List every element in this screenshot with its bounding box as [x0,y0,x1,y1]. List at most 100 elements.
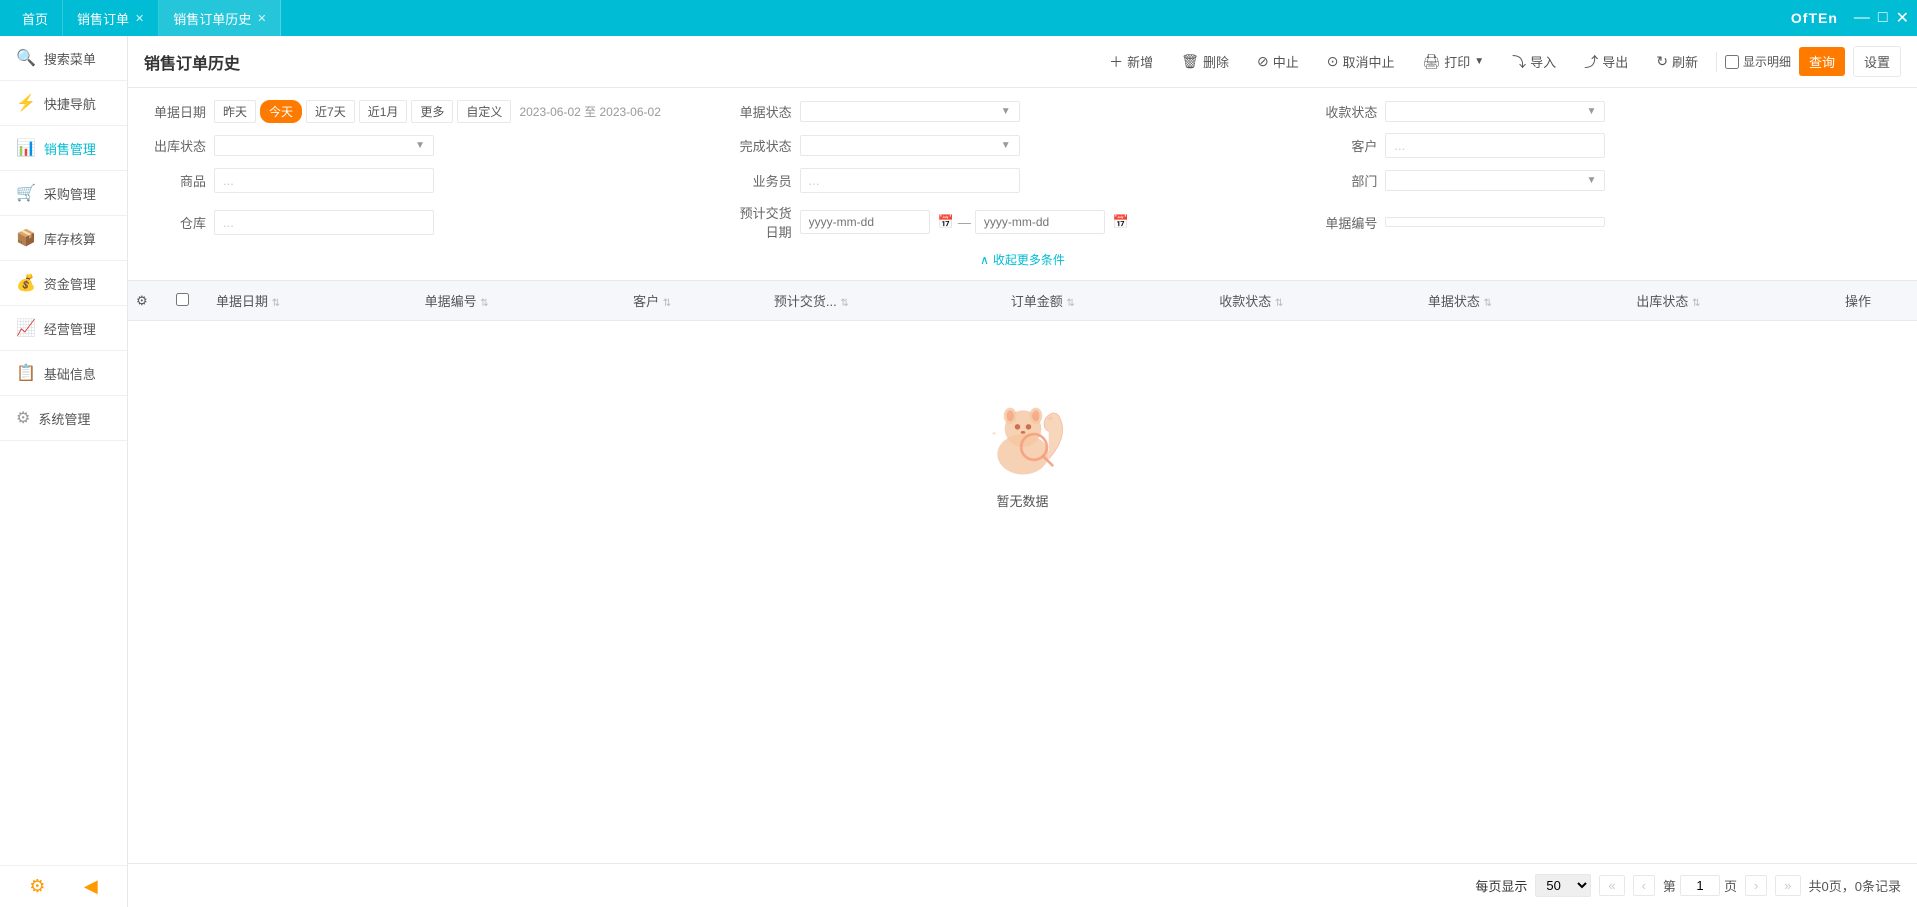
tab-sales-order-close[interactable]: ✕ [135,12,144,25]
prev-page-button[interactable]: ‹ [1633,875,1655,896]
delivery-date-start-input[interactable] [800,210,930,234]
page-size-select[interactable]: 50 10 20 100 [1535,874,1591,897]
search-menu-icon: 🔍 [16,48,36,68]
query-button[interactable]: 查询 [1799,47,1845,76]
sidebar-item-purchase-mgmt[interactable]: 🛒 采购管理 [0,171,127,216]
th-customer[interactable]: 客户 ⇅ [625,281,766,321]
export-icon: ⤴ [1584,52,1598,72]
th-date[interactable]: 单据日期 ⇅ [208,281,417,321]
date-separator: — [958,215,971,230]
sort-order-status-icon: ⇅ [1483,298,1491,309]
collapse-more[interactable]: ∧ 收起更多条件 [144,251,1901,268]
payment-status-select[interactable]: ▼ [1385,101,1605,122]
sidebar-item-system-mgmt-label: 系统管理 [38,409,90,428]
customer-input[interactable]: ... [1385,133,1605,158]
show-detail-label[interactable]: 显示明细 [1725,53,1791,70]
minimize-button[interactable]: — [1854,9,1870,27]
salesperson-input[interactable]: ... [800,168,1020,193]
tab-sales-order-history[interactable]: 销售订单历史 ✕ [159,0,281,36]
sidebar-item-operations-mgmt[interactable]: 📈 经营管理 [0,306,127,351]
purchase-mgmt-icon: 🛒 [16,183,36,203]
sidebar-item-basic-info[interactable]: 📋 基础信息 [0,351,127,396]
data-table: ⚙ 单据日期 ⇅ 单据编号 ⇅ [128,281,1917,570]
page-label-prefix: 第 [1663,876,1676,895]
sidebar-item-inventory-check-label: 库存核算 [44,229,96,248]
calendar-start-icon[interactable]: 📅 [938,214,954,230]
settings-label: 设置 [1864,52,1890,71]
sidebar-item-search-menu-label: 搜索菜单 [44,49,96,68]
stop-button[interactable]: ⊘ 中止 [1247,47,1309,76]
sidebar-item-capital-mgmt[interactable]: 💰 资金管理 [0,261,127,306]
delete-button[interactable]: 🗑 删除 [1171,47,1239,76]
system-mgmt-icon: ⚙ [16,408,30,428]
tab-sales-order-history-close[interactable]: ✕ [257,12,266,25]
settings-button[interactable]: 设置 [1853,46,1901,77]
export-button[interactable]: ⤴ 导出 [1574,47,1638,77]
order-number-input[interactable] [1385,217,1605,227]
sidebar-item-quick-nav[interactable]: ⚡ 快捷导航 [0,81,127,126]
warehouse-input[interactable]: ... [214,210,434,235]
date-label: 单据日期 [144,102,214,121]
sidebar-item-search-menu[interactable]: 🔍 搜索菜单 [0,36,127,81]
th-delivery-date[interactable]: 预计交货... ⇅ [766,281,1003,321]
completion-status-select[interactable]: ▼ [800,135,1020,156]
empty-state: ✦ ✦ 暂无数据 [128,321,1917,570]
th-number[interactable]: 单据编号 ⇅ [417,281,626,321]
last1m-btn[interactable]: 近1月 [359,100,408,123]
show-detail-checkbox[interactable] [1725,55,1739,69]
today-btn[interactable]: 今天 [260,100,302,123]
stop-label: 中止 [1273,52,1299,71]
table-container: ⚙ 单据日期 ⇅ 单据编号 ⇅ [128,281,1917,863]
page-label-suffix: 页 [1724,876,1737,895]
cancel-stop-button[interactable]: ⊙ 取消中止 [1317,47,1405,76]
table-header-row: ⚙ 单据日期 ⇅ 单据编号 ⇅ [128,281,1917,321]
select-all-checkbox[interactable] [176,293,189,306]
order-status-select[interactable]: ▼ [800,101,1020,122]
tab-home[interactable]: 首页 [8,0,63,36]
new-button[interactable]: ＋ 新增 [1099,47,1163,77]
close-window-button[interactable]: ✕ [1896,8,1909,28]
payment-status-arrow: ▼ [1586,106,1596,117]
last-page-button[interactable]: » [1775,875,1800,896]
table-settings-icon[interactable]: ⚙ [136,293,148,308]
th-payment-status[interactable]: 收款状态 ⇅ [1211,281,1420,321]
filter-row-4: 仓库 ... 预计交货日期 📅 — [144,203,1901,241]
print-button[interactable]: 🖨 打印 ▼ [1412,47,1494,76]
collapse-label: 收起更多条件 [993,251,1065,268]
th-order-status[interactable]: 单据状态 ⇅ [1420,281,1629,321]
yesterday-btn[interactable]: 昨天 [214,100,256,123]
delivery-date-end-input[interactable] [975,210,1105,234]
th-delivery-status[interactable]: 出库状态 ⇅ [1628,281,1837,321]
sidebar-settings-icon[interactable]: ⚙ [29,876,45,897]
new-label: 新增 [1127,52,1153,71]
page-number-input[interactable] [1680,875,1720,896]
sidebar-item-system-mgmt[interactable]: ⚙ 系统管理 [0,396,127,441]
sidebar-item-inventory-check[interactable]: 📦 库存核算 [0,216,127,261]
maximize-button[interactable]: □ [1878,9,1888,27]
tab-sales-order[interactable]: 销售订单 ✕ [63,0,159,36]
th-amount[interactable]: 订单金额 ⇅ [1003,281,1212,321]
next-page-button[interactable]: › [1745,875,1767,896]
goods-input[interactable]: ... [214,168,434,193]
department-select[interactable]: ▼ [1385,170,1605,191]
delivery-status-select[interactable]: ▼ [214,135,434,156]
sort-number-icon: ⇅ [480,298,488,309]
completion-status-arrow: ▼ [1001,140,1011,151]
import-button[interactable]: ⤵ 导入 [1502,47,1566,77]
page-info: 第 页 [1663,875,1737,896]
brand-label: OfTEn [1791,10,1846,26]
sidebar-collapse-icon[interactable]: ◀ [84,876,98,897]
last7-btn[interactable]: 近7天 [306,100,355,123]
first-page-button[interactable]: « [1599,875,1624,896]
import-label: 导入 [1530,52,1556,71]
salesperson-control: ... [800,168,1316,193]
calendar-end-icon[interactable]: 📅 [1113,214,1129,230]
more-btn[interactable]: 更多 [411,100,453,123]
refresh-button[interactable]: ↻ 刷新 [1646,47,1708,76]
sidebar-item-sales-mgmt[interactable]: 📊 销售管理 [0,126,127,171]
department-filter-item: 部门 ▼ [1315,170,1901,191]
sort-date-icon: ⇅ [272,298,280,309]
payment-status-filter-item: 收款状态 ▼ [1315,101,1901,122]
order-number-filter-item: 单据编号 [1315,213,1901,232]
custom-btn[interactable]: 自定义 [457,100,511,123]
